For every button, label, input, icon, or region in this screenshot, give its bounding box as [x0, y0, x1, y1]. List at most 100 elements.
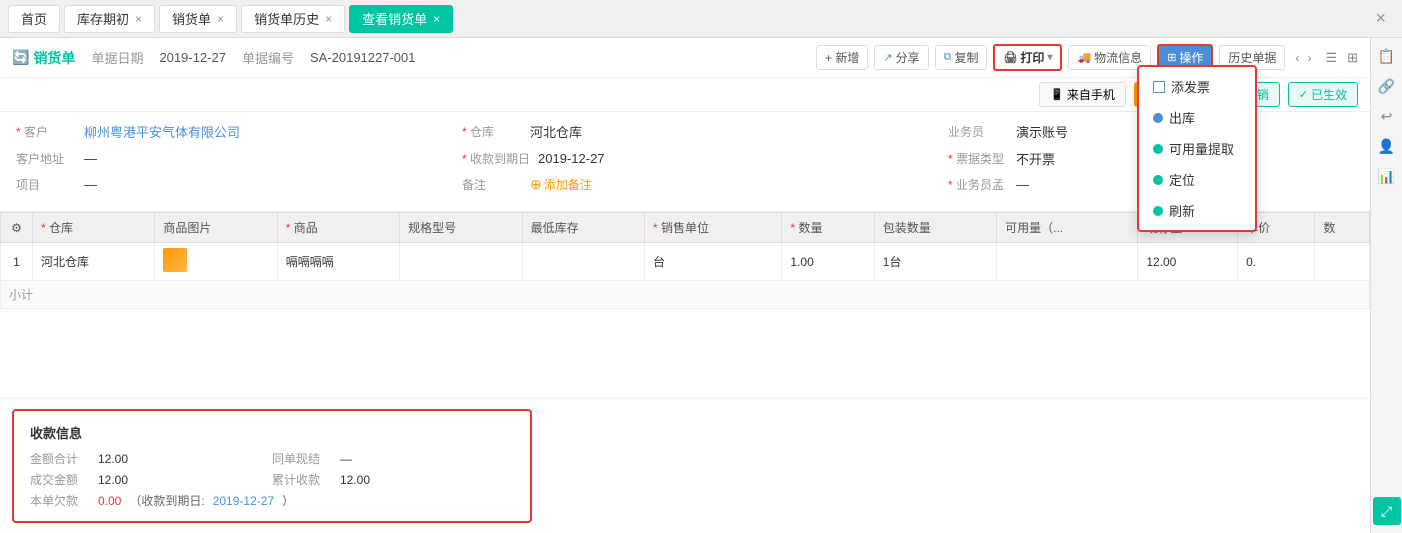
col-quantity: 数量 — [782, 213, 874, 243]
col-amount: 数 — [1315, 213, 1370, 243]
invoice-label: 票据类型 — [948, 150, 1008, 167]
addr-field: 客户地址 — — [16, 150, 462, 167]
copy-button[interactable]: ⧉ 复制 — [935, 45, 988, 70]
outstanding-label: 本单欠款 — [30, 492, 90, 509]
prev-arrow[interactable]: ‹ — [1291, 49, 1303, 67]
number-value: SA-20191227-001 — [310, 50, 416, 65]
available-label: 可用量提取 — [1169, 139, 1234, 158]
add-note-button[interactable]: ⊕ 添加备注 — [530, 176, 592, 193]
sidebar-link-icon[interactable]: 🔗 — [1373, 72, 1401, 100]
project-label: 项目 — [16, 176, 76, 193]
share-button[interactable]: ↗ 分享 — [874, 45, 928, 70]
outstanding-date: 2019-12-27 — [213, 494, 274, 508]
transaction-label: 成交金额 — [30, 471, 90, 488]
note-label: 备注 — [462, 176, 522, 193]
cell-current-stock: 12.00 — [1138, 243, 1238, 281]
add-note-icon: ⊕ — [530, 176, 542, 193]
next-arrow[interactable]: › — [1303, 49, 1315, 67]
staff2-field: 业务员孟 — — [908, 176, 1354, 193]
staff-value: 演示账号 — [1016, 122, 1068, 141]
tab-bar: 首页 库存期初 × 销货单 × 销货单历史 × 查看销货单 × × — [0, 0, 1402, 38]
payment-date-label: 收款到期日 — [462, 150, 530, 167]
tab-sales[interactable]: 销货单 × — [159, 5, 237, 33]
outstanding-row: 本单欠款 0.00 （收款到期日: 2019-12-27 ） — [30, 492, 514, 509]
tab-close-view-sales[interactable]: × — [433, 12, 440, 26]
sidebar-chart-icon[interactable]: 📊 — [1373, 162, 1401, 190]
amount-total-value: 12.00 — [98, 452, 128, 466]
tab-inventory[interactable]: 库存期初 × — [64, 5, 155, 33]
doc-type-label: 🔄 销货单 — [12, 48, 75, 68]
available-icon — [1153, 144, 1163, 154]
addr-label: 客户地址 — [16, 150, 76, 167]
invoice-label: 添发票 — [1171, 77, 1210, 96]
cell-sales-unit: 台 — [644, 243, 781, 281]
print-button[interactable]: 🖨 打印 ▾ — [993, 44, 1062, 71]
invoice-field: 票据类型 不开票 — [908, 149, 1354, 168]
logistics-icon: 🚚 — [1077, 51, 1091, 64]
payment-date-value: 2019-12-27 — [538, 151, 605, 166]
grid-view-icon[interactable]: ⊞ — [1347, 50, 1358, 66]
col-product: 商品 — [277, 213, 399, 243]
dropdown-item-locate[interactable]: 定位 — [1139, 164, 1255, 195]
col-package-qty: 包装数量 — [874, 213, 996, 243]
payment-info-title: 收款信息 — [30, 423, 514, 442]
list-view-icon[interactable]: ☰ — [1325, 50, 1337, 66]
tab-view-sales[interactable]: 查看销货单 × — [349, 5, 453, 33]
tab-sales-history[interactable]: 销货单历史 × — [241, 5, 345, 33]
subtotal-label: 小计 — [1, 281, 1370, 309]
sidebar-user-icon[interactable]: 👤 — [1373, 132, 1401, 160]
cumulative-row: 累计收款 12.00 — [272, 471, 514, 488]
outstanding-value: 0.00 — [98, 494, 121, 508]
operate-dropdown: 添发票 出库 可用量提取 定位 刷新 — [1137, 65, 1257, 232]
tab-close-sales-history[interactable]: × — [325, 12, 332, 26]
number-label: 单据编号 — [242, 48, 294, 67]
warehouse-label: 仓库 — [462, 123, 522, 140]
tab-home[interactable]: 首页 — [8, 5, 60, 33]
invoice-value: 不开票 — [1016, 149, 1055, 168]
table-row: 1 河北仓库 嗝嗝嗝嗝 台 1.00 1台 12.00 0. — [1, 243, 1370, 281]
cell-product-img — [155, 243, 277, 281]
sidebar-expand-icon[interactable]: ⤢ — [1373, 497, 1401, 525]
cell-unit-price: 0. — [1238, 243, 1315, 281]
outbound-label: 出库 — [1169, 108, 1195, 127]
dropdown-item-outbound[interactable]: 出库 — [1139, 102, 1255, 133]
project-value: — — [84, 177, 97, 192]
tab-close-inventory[interactable]: × — [135, 12, 142, 26]
right-sidebar: 📋 🔗 ↩ 👤 📊 ⤢ — [1370, 38, 1402, 533]
refresh-label: 刷新 — [1169, 201, 1195, 220]
dropdown-item-available[interactable]: 可用量提取 — [1139, 133, 1255, 164]
amount-total-label: 金额合计 — [30, 450, 90, 467]
from-phone-button[interactable]: 📱 来自手机 — [1039, 82, 1126, 107]
col-available: 可用量（... — [997, 213, 1138, 243]
refresh-icon — [1153, 206, 1163, 216]
payment-info-grid: 金额合计 12.00 同单现结 — 成交金额 12.00 累计收款 12.00 … — [30, 450, 514, 509]
phone-icon: 📱 — [1050, 88, 1064, 101]
locate-label: 定位 — [1169, 170, 1195, 189]
customer-label: 客户 — [16, 123, 76, 140]
sidebar-return-icon[interactable]: ↩ — [1373, 102, 1401, 130]
warehouse-value: 河北仓库 — [530, 122, 582, 141]
add-button[interactable]: + 新增 — [816, 45, 868, 70]
addr-value: — — [84, 151, 97, 166]
same-order-label: 同单现结 — [272, 450, 332, 467]
operate-icon: ⊞ — [1167, 51, 1176, 64]
tab-close-sales[interactable]: × — [217, 12, 224, 26]
cell-index: 1 — [1, 243, 33, 281]
payment-info: 收款信息 金额合计 12.00 同单现结 — 成交金额 12.00 累计收款 1… — [12, 409, 532, 523]
dropdown-item-refresh[interactable]: 刷新 — [1139, 195, 1255, 226]
effective-icon: ✓ — [1299, 88, 1308, 101]
cell-min-stock — [522, 243, 644, 281]
customer-field: 客户 柳州粤港平安气体有限公司 — [16, 122, 462, 141]
transaction-row: 成交金额 12.00 — [30, 471, 272, 488]
close-all-button[interactable]: × — [1367, 8, 1394, 29]
dropdown-item-invoice[interactable]: 添发票 — [1139, 71, 1255, 102]
col-product-img: 商品图片 — [155, 213, 277, 243]
sidebar-clipboard-icon[interactable]: 📋 — [1373, 42, 1401, 70]
payment-date-field: 收款到期日 2019-12-27 — [462, 150, 908, 167]
col-min-stock: 最低库存 — [522, 213, 644, 243]
effective-button[interactable]: ✓ 已生效 — [1288, 82, 1358, 107]
same-order-value: — — [340, 452, 352, 466]
subtotal-row: 小计 — [1, 281, 1370, 309]
cell-warehouse: 河北仓库 — [33, 243, 155, 281]
print-dropdown-arrow: ▾ — [1047, 52, 1052, 63]
